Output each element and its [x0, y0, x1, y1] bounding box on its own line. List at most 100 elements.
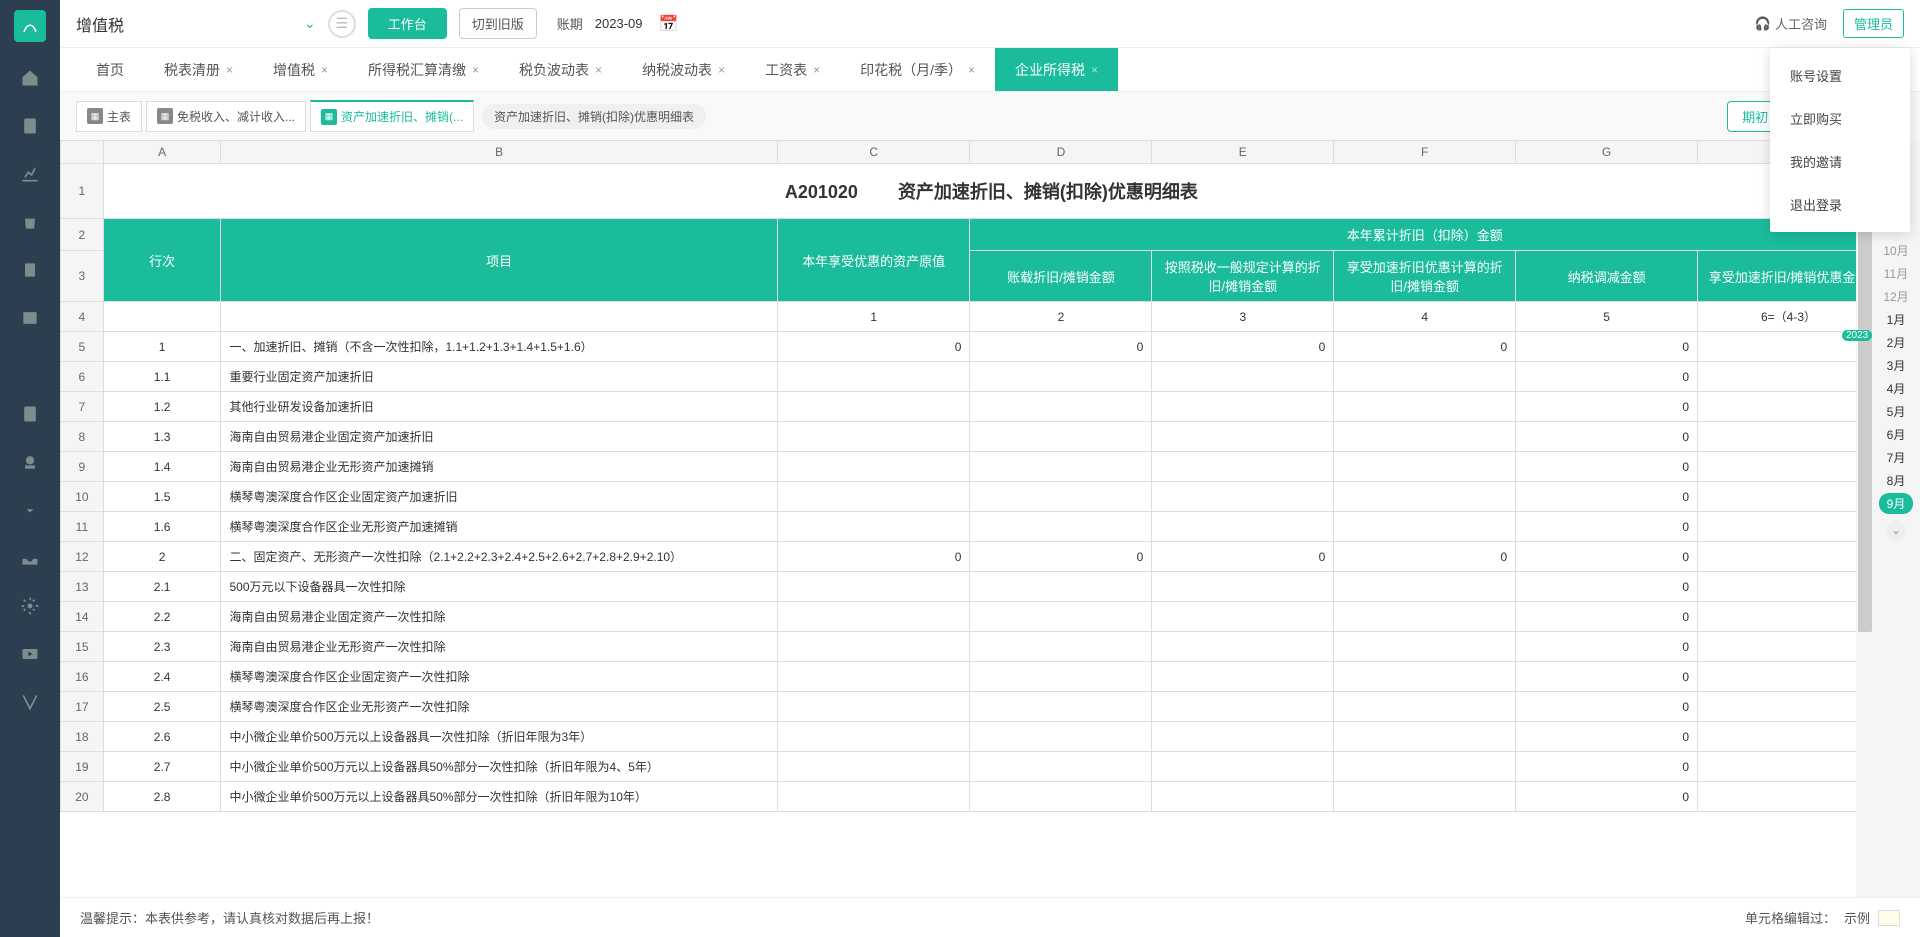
- close-icon[interactable]: ×: [472, 63, 479, 77]
- cell[interactable]: [777, 602, 970, 632]
- workspace-button[interactable]: 工作台: [368, 8, 447, 39]
- row-number[interactable]: 14: [61, 602, 104, 632]
- cell[interactable]: [1334, 482, 1516, 512]
- sub-tab[interactable]: ▦资产加速折旧、摊销(...: [310, 100, 474, 132]
- nav-clipboard-icon[interactable]: [18, 258, 42, 282]
- cell[interactable]: 一、加速折旧、摊销（不含一次性扣除，1.1+1.2+1.3+1.4+1.5+1.…: [221, 332, 777, 362]
- cell[interactable]: 0: [1152, 542, 1334, 572]
- nav-home-icon[interactable]: [18, 66, 42, 90]
- cell[interactable]: [970, 392, 1152, 422]
- cell[interactable]: 2.3: [103, 632, 221, 662]
- cell[interactable]: [970, 722, 1152, 752]
- cell[interactable]: [777, 632, 970, 662]
- cell[interactable]: 0: [1516, 452, 1698, 482]
- row-number[interactable]: 20: [61, 782, 104, 812]
- cell[interactable]: 0: [1516, 362, 1698, 392]
- cell[interactable]: [777, 782, 970, 812]
- column-letter[interactable]: A: [103, 141, 221, 164]
- sub-tab[interactable]: ▦免税收入、减计收入...: [146, 101, 306, 132]
- cell[interactable]: [1152, 512, 1334, 542]
- expand-months-icon[interactable]: ⌄: [1886, 520, 1906, 540]
- cell[interactable]: [1334, 782, 1516, 812]
- cell[interactable]: [777, 752, 970, 782]
- cell[interactable]: [777, 722, 970, 752]
- row-number[interactable]: 13: [61, 572, 104, 602]
- cell[interactable]: [970, 692, 1152, 722]
- cell[interactable]: [1152, 722, 1334, 752]
- cell[interactable]: [970, 452, 1152, 482]
- cell[interactable]: [1334, 452, 1516, 482]
- cell[interactable]: [970, 362, 1152, 392]
- column-letter[interactable]: C: [777, 141, 970, 164]
- cell[interactable]: 1.5: [103, 482, 221, 512]
- row-number[interactable]: 6: [61, 362, 104, 392]
- cell[interactable]: [1334, 362, 1516, 392]
- cell[interactable]: 2: [103, 542, 221, 572]
- cell[interactable]: [1334, 692, 1516, 722]
- cell[interactable]: 0: [1516, 482, 1698, 512]
- cell[interactable]: [1152, 692, 1334, 722]
- month-item[interactable]: 3月: [1872, 355, 1920, 376]
- main-tab[interactable]: 税负波动表×: [499, 48, 622, 91]
- main-tab[interactable]: 企业所得税×: [995, 48, 1118, 91]
- column-letter[interactable]: E: [1152, 141, 1334, 164]
- cell[interactable]: [970, 782, 1152, 812]
- cell[interactable]: 500万元以下设备器具一次性扣除: [221, 572, 777, 602]
- cell[interactable]: 0: [970, 332, 1152, 362]
- dropdown-item[interactable]: 我的邀请: [1770, 140, 1910, 183]
- close-icon[interactable]: ×: [718, 63, 725, 77]
- cell[interactable]: 1.1: [103, 362, 221, 392]
- cell[interactable]: 0: [1698, 512, 1856, 542]
- cell[interactable]: 0: [1698, 482, 1856, 512]
- cell[interactable]: [970, 602, 1152, 632]
- nav-inbox-icon[interactable]: [18, 546, 42, 570]
- cell[interactable]: 横琴粤澳深度合作区企业无形资产一次性扣除: [221, 692, 777, 722]
- cell[interactable]: 0: [1516, 572, 1698, 602]
- calendar-icon[interactable]: 📅: [659, 14, 679, 34]
- cell[interactable]: [1152, 572, 1334, 602]
- app-logo[interactable]: [14, 10, 46, 42]
- cell[interactable]: [1152, 482, 1334, 512]
- cell[interactable]: 1.3: [103, 422, 221, 452]
- cell[interactable]: [970, 632, 1152, 662]
- cell[interactable]: 1: [103, 332, 221, 362]
- cell[interactable]: 其他行业研发设备加速折旧: [221, 392, 777, 422]
- cell[interactable]: 中小微企业单价500万元以上设备器具一次性扣除（折旧年限为3年）: [221, 722, 777, 752]
- tax-type-selector[interactable]: 增值税 ⌄: [76, 12, 316, 36]
- column-letter[interactable]: D: [970, 141, 1152, 164]
- cell[interactable]: [1152, 632, 1334, 662]
- vertical-scrollbar[interactable]: [1858, 140, 1872, 897]
- close-icon[interactable]: ×: [226, 63, 233, 77]
- cell[interactable]: 0: [1516, 782, 1698, 812]
- cell[interactable]: 1.6: [103, 512, 221, 542]
- cell[interactable]: 横琴粤澳深度合作区企业固定资产一次性扣除: [221, 662, 777, 692]
- spreadsheet-area[interactable]: ABCDEFGH 1 A201020 资产加速折旧、摊销(扣除)优惠明细表 2 …: [60, 140, 1856, 897]
- nav-video-icon[interactable]: [18, 642, 42, 666]
- cell[interactable]: [1152, 752, 1334, 782]
- cell[interactable]: [1152, 392, 1334, 422]
- month-item[interactable]: 8月: [1872, 470, 1920, 491]
- cell[interactable]: [1152, 422, 1334, 452]
- cell[interactable]: 0: [1516, 332, 1698, 362]
- cell[interactable]: 2.8: [103, 782, 221, 812]
- cell[interactable]: 0: [777, 332, 970, 362]
- cell[interactable]: 0: [1516, 512, 1698, 542]
- main-tab[interactable]: 纳税波动表×: [622, 48, 745, 91]
- cell[interactable]: [1152, 452, 1334, 482]
- column-letter[interactable]: G: [1516, 141, 1698, 164]
- cell[interactable]: 0: [1698, 452, 1856, 482]
- month-item[interactable]: 11月: [1872, 263, 1920, 284]
- cell[interactable]: 2.1: [103, 572, 221, 602]
- cell[interactable]: 0: [1698, 332, 1856, 362]
- cell[interactable]: 横琴粤澳深度合作区企业无形资产加速摊销: [221, 512, 777, 542]
- dropdown-item[interactable]: 退出登录: [1770, 183, 1910, 226]
- nav-export-icon[interactable]: [18, 498, 42, 522]
- cell[interactable]: 0: [1698, 692, 1856, 722]
- cell[interactable]: 2.4: [103, 662, 221, 692]
- row-number[interactable]: 5: [61, 332, 104, 362]
- row-number[interactable]: 7: [61, 392, 104, 422]
- cell[interactable]: [970, 512, 1152, 542]
- cell[interactable]: 0: [1698, 752, 1856, 782]
- cell[interactable]: 0: [1516, 422, 1698, 452]
- row-number[interactable]: 3: [61, 251, 104, 302]
